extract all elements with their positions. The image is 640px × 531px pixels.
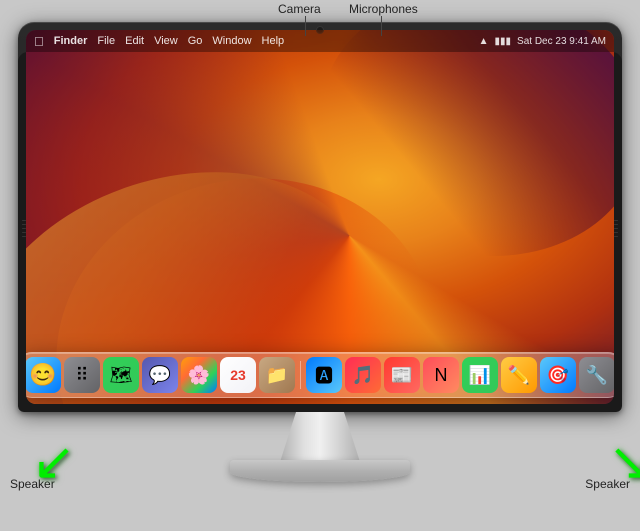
menubar-battery-icon[interactable]: ▮▮▮ xyxy=(495,36,512,47)
apple-menu-icon[interactable]:  xyxy=(34,34,44,49)
wallpaper-swirl-conic xyxy=(26,30,614,404)
dock-icon-settings[interactable]: 🔧 xyxy=(579,357,614,393)
green-arrow-right-icon: ↘ xyxy=(608,436,640,488)
dock-icon-finder[interactable]: 😊 xyxy=(26,357,61,393)
menubar-edit[interactable]: Edit xyxy=(125,35,144,47)
menubar-go[interactable]: Go xyxy=(188,35,203,47)
green-arrow-left-icon: ↙ xyxy=(32,436,76,488)
menubar:  Finder File Edit View Go Window Help ▲… xyxy=(26,30,614,52)
grille-hole xyxy=(614,228,618,229)
scene: Camera Microphones xyxy=(0,0,640,531)
dock: 😊 ⠿ 🗺 💬 🌸 xyxy=(26,352,614,398)
dock-icon-appstore[interactable]: 🅰 xyxy=(306,357,342,393)
menubar-left:  Finder File Edit View Go Window Help xyxy=(34,34,479,49)
monitor-stand-neck xyxy=(280,412,360,462)
menubar-window[interactable]: Window xyxy=(212,35,251,47)
menubar-right: ▲ ▮▮▮ Sat Dec 23 9:41 AM xyxy=(479,36,606,47)
grille-hole xyxy=(614,232,618,233)
dock-icon-photos[interactable]: 🌸 xyxy=(181,357,217,393)
dock-icon-msteams[interactable]: 💬 xyxy=(142,357,178,393)
camera-label: Camera xyxy=(278,2,321,16)
dock-icon-files[interactable]: 📁 xyxy=(259,357,295,393)
dock-icon-pages[interactable]: ✏️ xyxy=(501,357,537,393)
dock-icon-extra1[interactable]: N xyxy=(423,357,459,393)
dock-icon-news[interactable]: 📰 xyxy=(384,357,420,393)
dock-icon-launchpad[interactable]: ⠿ xyxy=(64,357,100,393)
monitor-stand-base xyxy=(230,460,410,482)
dock-icon-maps[interactable]: 🗺 xyxy=(103,357,139,393)
dock-icon-numbers[interactable]: 📊 xyxy=(462,357,498,393)
monitor-screen:  Finder File Edit View Go Window Help ▲… xyxy=(26,30,614,404)
menubar-app-name[interactable]: Finder xyxy=(54,35,88,47)
dock-separator xyxy=(300,361,301,389)
menubar-help[interactable]: Help xyxy=(262,35,285,47)
grille-hole xyxy=(614,236,618,237)
grille-hole xyxy=(614,220,618,221)
wallpaper:  Finder File Edit View Go Window Help ▲… xyxy=(26,30,614,404)
menubar-datetime: Sat Dec 23 9:41 AM xyxy=(517,36,606,47)
monitor-bezel:  Finder File Edit View Go Window Help ▲… xyxy=(18,22,622,412)
dock-icon-music[interactable]: 🎵 xyxy=(345,357,381,393)
menubar-view[interactable]: View xyxy=(154,35,178,47)
dock-icon-keynote[interactable]: 🎯 xyxy=(540,357,576,393)
grille-hole xyxy=(614,224,618,225)
menubar-file[interactable]: File xyxy=(97,35,115,47)
dock-icon-calendar[interactable]: 23 xyxy=(220,357,256,393)
menubar-wifi-icon[interactable]: ▲ xyxy=(479,36,489,47)
dock-container: 😊 ⠿ 🗺 💬 🌸 xyxy=(26,352,614,398)
microphones-label: Microphones xyxy=(349,2,418,16)
top-labels: Camera Microphones xyxy=(0,0,640,28)
